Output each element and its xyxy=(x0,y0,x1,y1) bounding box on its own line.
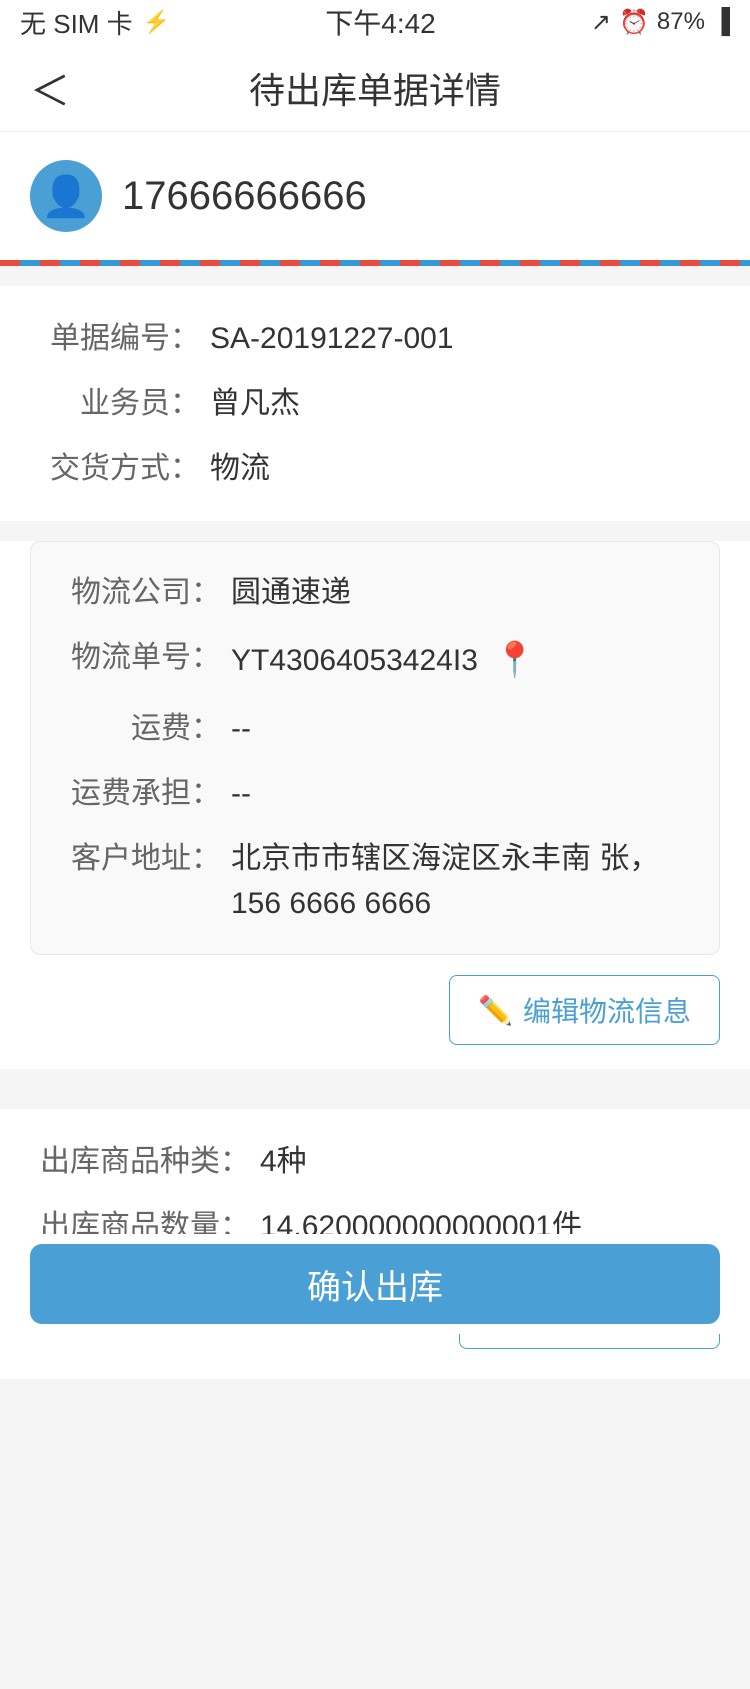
section-spacer-2 xyxy=(0,1069,750,1089)
order-no-label: 单据编号： xyxy=(40,316,200,361)
tracking-row: 物流单号： YT43064053424I3 📍 xyxy=(61,635,689,686)
delivery-method-label: 交货方式： xyxy=(40,446,200,491)
bottom-bar: 确认出库 xyxy=(0,1234,750,1334)
main-content: 👤 17666666666 单据编号： SA-20191227-001 业务员：… xyxy=(0,132,750,1689)
status-time: 下午4:42 xyxy=(325,2,436,42)
customer-header: 👤 17666666666 xyxy=(0,132,750,260)
battery-text: 87% xyxy=(657,8,705,36)
goods-type-row: 出库商品种类： 4种 xyxy=(40,1139,710,1184)
avatar: 👤 xyxy=(30,160,102,232)
page-title: 待出库单据详情 xyxy=(90,62,660,114)
order-no-value: SA-20191227-001 xyxy=(200,316,710,361)
logistics-company-row: 物流公司： 圆通速递 xyxy=(61,570,689,615)
goods-type-value: 4种 xyxy=(250,1139,710,1184)
address-row: 客户地址： 北京市市辖区海淀区永丰南 张，156 6666 6666 xyxy=(61,836,689,926)
location-service-icon: ↗ xyxy=(591,8,611,37)
map-pin-icon[interactable]: 📍 xyxy=(494,635,536,686)
back-button[interactable]: ＜ xyxy=(30,59,70,117)
order-no-row: 单据编号： SA-20191227-001 xyxy=(40,316,710,361)
goods-type-label: 出库商品种类： xyxy=(40,1139,250,1184)
delivery-method-value: 物流 xyxy=(200,446,710,491)
status-left: 无 SIM 卡 ⚡ xyxy=(20,4,170,41)
logistics-card: 物流公司： 圆通速递 物流单号： YT43064053424I3 📍 运费： -… xyxy=(30,541,720,955)
alarm-icon: ⏰ xyxy=(619,8,649,37)
freight-row: 运费： -- xyxy=(61,706,689,751)
section-spacer-1 xyxy=(0,266,750,286)
bottom-spacer xyxy=(0,1379,750,1579)
status-bar: 无 SIM 卡 ⚡ 下午4:42 ↗ ⏰ 87% ▐ xyxy=(0,0,750,44)
logistics-company-label: 物流公司： xyxy=(61,570,221,615)
tracking-label: 物流单号： xyxy=(61,635,221,680)
salesperson-label: 业务员： xyxy=(40,381,200,426)
nav-bar: ＜ 待出库单据详情 xyxy=(0,44,750,132)
address-value: 北京市市辖区海淀区永丰南 张，156 6666 6666 xyxy=(221,836,689,926)
salesperson-value: 曾凡杰 xyxy=(200,381,710,426)
confirm-outbound-button[interactable]: 确认出库 xyxy=(30,1244,720,1324)
edit-btn-row: ✏️ 编辑物流信息 xyxy=(0,975,750,1069)
wifi-icon: ⚡ xyxy=(143,9,170,35)
order-info-section: 单据编号： SA-20191227-001 业务员： 曾凡杰 交货方式： 物流 xyxy=(0,286,750,521)
address-label: 客户地址： xyxy=(61,836,221,881)
salesperson-row: 业务员： 曾凡杰 xyxy=(40,381,710,426)
freight-bearer-row: 运费承担： -- xyxy=(61,771,689,816)
logistics-company-value: 圆通速递 xyxy=(221,570,689,615)
freight-label: 运费： xyxy=(61,706,221,751)
status-right: ↗ ⏰ 87% ▐ xyxy=(591,8,730,37)
delivery-method-row: 交货方式： 物流 xyxy=(40,446,710,491)
carrier-text: 无 SIM 卡 xyxy=(20,4,133,41)
edit-logistics-button[interactable]: ✏️ 编辑物流信息 xyxy=(449,975,720,1045)
tracking-value: YT43064053424I3 📍 xyxy=(221,635,689,686)
freight-value: -- xyxy=(221,706,689,751)
freight-bearer-label: 运费承担： xyxy=(61,771,221,816)
user-icon: 👤 xyxy=(41,173,91,220)
freight-bearer-value: -- xyxy=(221,771,689,816)
battery-icon: ▐ xyxy=(713,8,730,36)
edit-icon: ✏️ xyxy=(478,994,513,1027)
customer-phone: 17666666666 xyxy=(122,174,367,219)
edit-logistics-label: 编辑物流信息 xyxy=(523,990,691,1030)
confirm-outbound-label: 确认出库 xyxy=(307,1260,443,1309)
